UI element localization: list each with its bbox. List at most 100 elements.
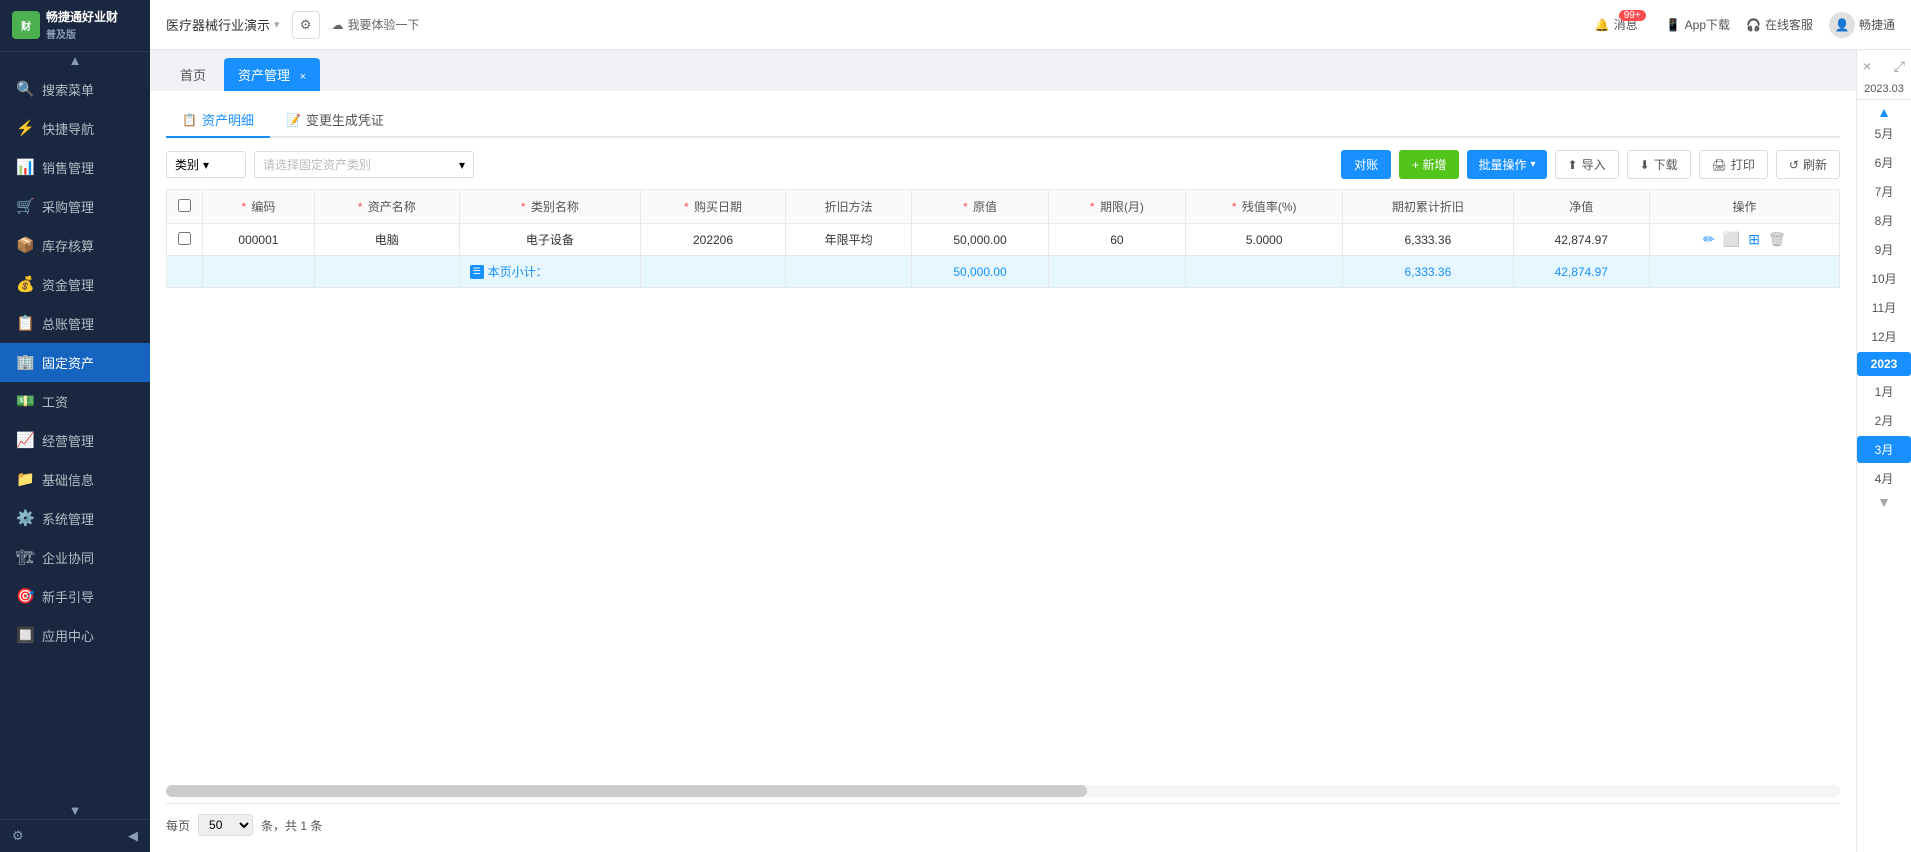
sidebar-item-search[interactable]: 🔍 搜索菜单: [0, 70, 150, 109]
sidebar: 财 畅捷通好业财 普及版 ▲ 🔍 搜索菜单 ⚡ 快捷导航 📊 销售管理 🛒 采购…: [0, 0, 150, 852]
topbar-experience[interactable]: ☁ 我要体验一下: [332, 16, 420, 33]
right-panel-header: × ⤢: [1857, 54, 1911, 79]
sidebar-item-funds[interactable]: 💰 资金管理: [0, 265, 150, 304]
sidebar-scroll-down[interactable]: ▼: [0, 801, 150, 819]
sidebar-item-shortcut[interactable]: ⚡ 快捷导航: [0, 109, 150, 148]
settings-icon[interactable]: ⚙: [12, 828, 24, 844]
action-icons: ✏ ⬜ ⊞ 🗑: [1660, 231, 1829, 248]
download-icon: ⬇: [1640, 158, 1650, 172]
batch-ops-arrow: ▾: [1530, 159, 1535, 170]
import-button[interactable]: ⬆ 导入: [1555, 150, 1619, 179]
category-filter-input[interactable]: 请选择固定资产类别 ▾: [254, 151, 474, 178]
row-checkbox[interactable]: [178, 232, 191, 245]
scrollbar-thumb[interactable]: [166, 785, 1087, 797]
download-button[interactable]: ⬇ 下载: [1627, 150, 1691, 179]
batch-ops-button[interactable]: 批量操作 ▾: [1467, 150, 1546, 179]
reconcile-button[interactable]: 对账: [1341, 150, 1391, 179]
sub-tab-change-voucher-label: 变更生成凭证: [306, 110, 384, 129]
topbar-company: 医疗器械行业演示 ▾: [166, 15, 280, 34]
sub-tab-asset-detail-label: 资产明细: [202, 110, 254, 129]
app-download-button[interactable]: 📱 App下载: [1666, 16, 1730, 33]
sidebar-item-label: 固定资产: [42, 353, 94, 372]
panel-month-4[interactable]: 4月: [1857, 465, 1911, 492]
subtotal-icon: ☰: [470, 265, 484, 279]
col-period: * 期限(月): [1048, 190, 1185, 224]
col-depreciation-method: 折旧方法: [785, 190, 911, 224]
sidebar-item-operations[interactable]: 📈 经营管理: [0, 421, 150, 460]
subtotal-row: ☰ 本页小计： 50,000.00: [167, 256, 1840, 288]
panel-months: 5月 6月 7月 8月 9月 10月 11月 12月 2023 1月 2月 3月…: [1857, 120, 1911, 492]
sidebar-item-ledger[interactable]: 📋 总账管理: [0, 304, 150, 343]
sales-icon: 📊: [16, 158, 34, 176]
tab-home[interactable]: 首页: [166, 58, 220, 91]
panel-month-11[interactable]: 11月: [1857, 294, 1911, 321]
sidebar-item-inventory[interactable]: 📦 库存核算: [0, 226, 150, 265]
copy-row-button[interactable]: ⬜: [1723, 231, 1740, 248]
customer-service-button[interactable]: 🎧 在线客服: [1746, 16, 1813, 33]
filter-placeholder: 请选择固定资产类别: [263, 156, 371, 173]
sidebar-scroll-up[interactable]: ▲: [0, 52, 150, 70]
panel-month-2[interactable]: 2月: [1857, 407, 1911, 434]
sidebar-item-basic[interactable]: 📁 基础信息: [0, 460, 150, 499]
sidebar-item-label: 系统管理: [42, 509, 94, 528]
panel-scroll-down-button[interactable]: ▼: [1877, 494, 1891, 510]
operations-icon: 📈: [16, 431, 34, 449]
cloud-icon: ☁: [332, 18, 344, 32]
panel-month-9[interactable]: 9月: [1857, 236, 1911, 263]
per-page-select[interactable]: 50 100 200: [198, 814, 253, 836]
select-all-checkbox[interactable]: [178, 199, 191, 212]
new-button[interactable]: + 新增: [1399, 150, 1459, 179]
panel-month-10[interactable]: 10月: [1857, 265, 1911, 292]
panel-month-8[interactable]: 8月: [1857, 207, 1911, 234]
panel-month-6[interactable]: 6月: [1857, 149, 1911, 176]
tab-close-button[interactable]: ×: [300, 71, 306, 83]
panel-month-3-current[interactable]: 3月: [1857, 436, 1911, 463]
tab-asset-management[interactable]: 资产管理 ×: [224, 58, 320, 91]
panel-month-1[interactable]: 1月: [1857, 378, 1911, 405]
filter-label: 类别: [175, 156, 199, 173]
panel-expand-button[interactable]: ⤢: [1894, 58, 1905, 75]
sidebar-item-fixed-assets[interactable]: 🏢 固定资产: [0, 343, 150, 382]
sidebar-item-system[interactable]: ⚙️ 系统管理: [0, 499, 150, 538]
table-row: 000001 电脑 电子设备 202206: [167, 224, 1840, 256]
panel-month-12[interactable]: 12月: [1857, 323, 1911, 350]
category-filter-type[interactable]: 类别 ▾: [166, 151, 246, 178]
edit-row-button[interactable]: ✏: [1703, 231, 1715, 248]
collapse-icon[interactable]: ◀: [128, 828, 138, 844]
sub-tab-change-voucher[interactable]: 📝 变更生成凭证: [270, 103, 400, 138]
topbar-settings-button[interactable]: ⚙: [292, 11, 320, 39]
panel-close-button[interactable]: ×: [1863, 58, 1871, 75]
sidebar-item-sales[interactable]: 📊 销售管理: [0, 148, 150, 187]
sidebar-item-appstore[interactable]: 🔲 应用中心: [0, 616, 150, 655]
panel-month-5[interactable]: 5月: [1857, 120, 1911, 147]
horizontal-scrollbar[interactable]: [166, 785, 1840, 797]
panel-scroll-up-button[interactable]: ▲: [1877, 104, 1891, 120]
row-period-cell: 60: [1048, 224, 1185, 256]
company-dropdown-arrow[interactable]: ▾: [274, 18, 280, 31]
refresh-button[interactable]: ↺ 刷新: [1776, 150, 1840, 179]
pagination: 每页 50 100 200 条，共 1 条: [166, 803, 1840, 840]
user-profile-button[interactable]: 👤 畅捷通: [1829, 12, 1895, 38]
sidebar-item-label: 基础信息: [42, 470, 94, 489]
enterprise-icon: 🏗: [16, 548, 34, 566]
right-panel: × ⤢ 2023.03 ▲ 5月 6月 7月 8月 9月 10月 11月 12月…: [1856, 50, 1911, 852]
customer-service-label: 在线客服: [1765, 16, 1813, 33]
notification-button[interactable]: 🔔 消息 99+: [1595, 16, 1638, 33]
appstore-icon: 🔲: [16, 626, 34, 644]
more-row-button[interactable]: ⊞: [1748, 231, 1760, 248]
username-label: 畅捷通: [1859, 16, 1895, 33]
logo: 财 畅捷通好业财 普及版: [0, 0, 150, 52]
basic-icon: 📁: [16, 470, 34, 488]
sidebar-item-label: 搜索菜单: [42, 80, 94, 99]
col-original-value: * 原值: [912, 190, 1048, 224]
panel-year-2023[interactable]: 2023: [1857, 352, 1911, 376]
sub-tab-asset-detail[interactable]: 📋 资产明细: [166, 103, 270, 138]
app-download-label: App下载: [1685, 16, 1730, 33]
sidebar-item-purchase[interactable]: 🛒 采购管理: [0, 187, 150, 226]
panel-month-7[interactable]: 7月: [1857, 178, 1911, 205]
sidebar-item-guide[interactable]: 🎯 新手引导: [0, 577, 150, 616]
sidebar-item-enterprise[interactable]: 🏗 企业协同: [0, 538, 150, 577]
sidebar-item-payroll[interactable]: 💵 工资: [0, 382, 150, 421]
print-button[interactable]: 🖨 打印: [1699, 150, 1768, 179]
delete-row-button[interactable]: 🗑: [1768, 231, 1786, 248]
